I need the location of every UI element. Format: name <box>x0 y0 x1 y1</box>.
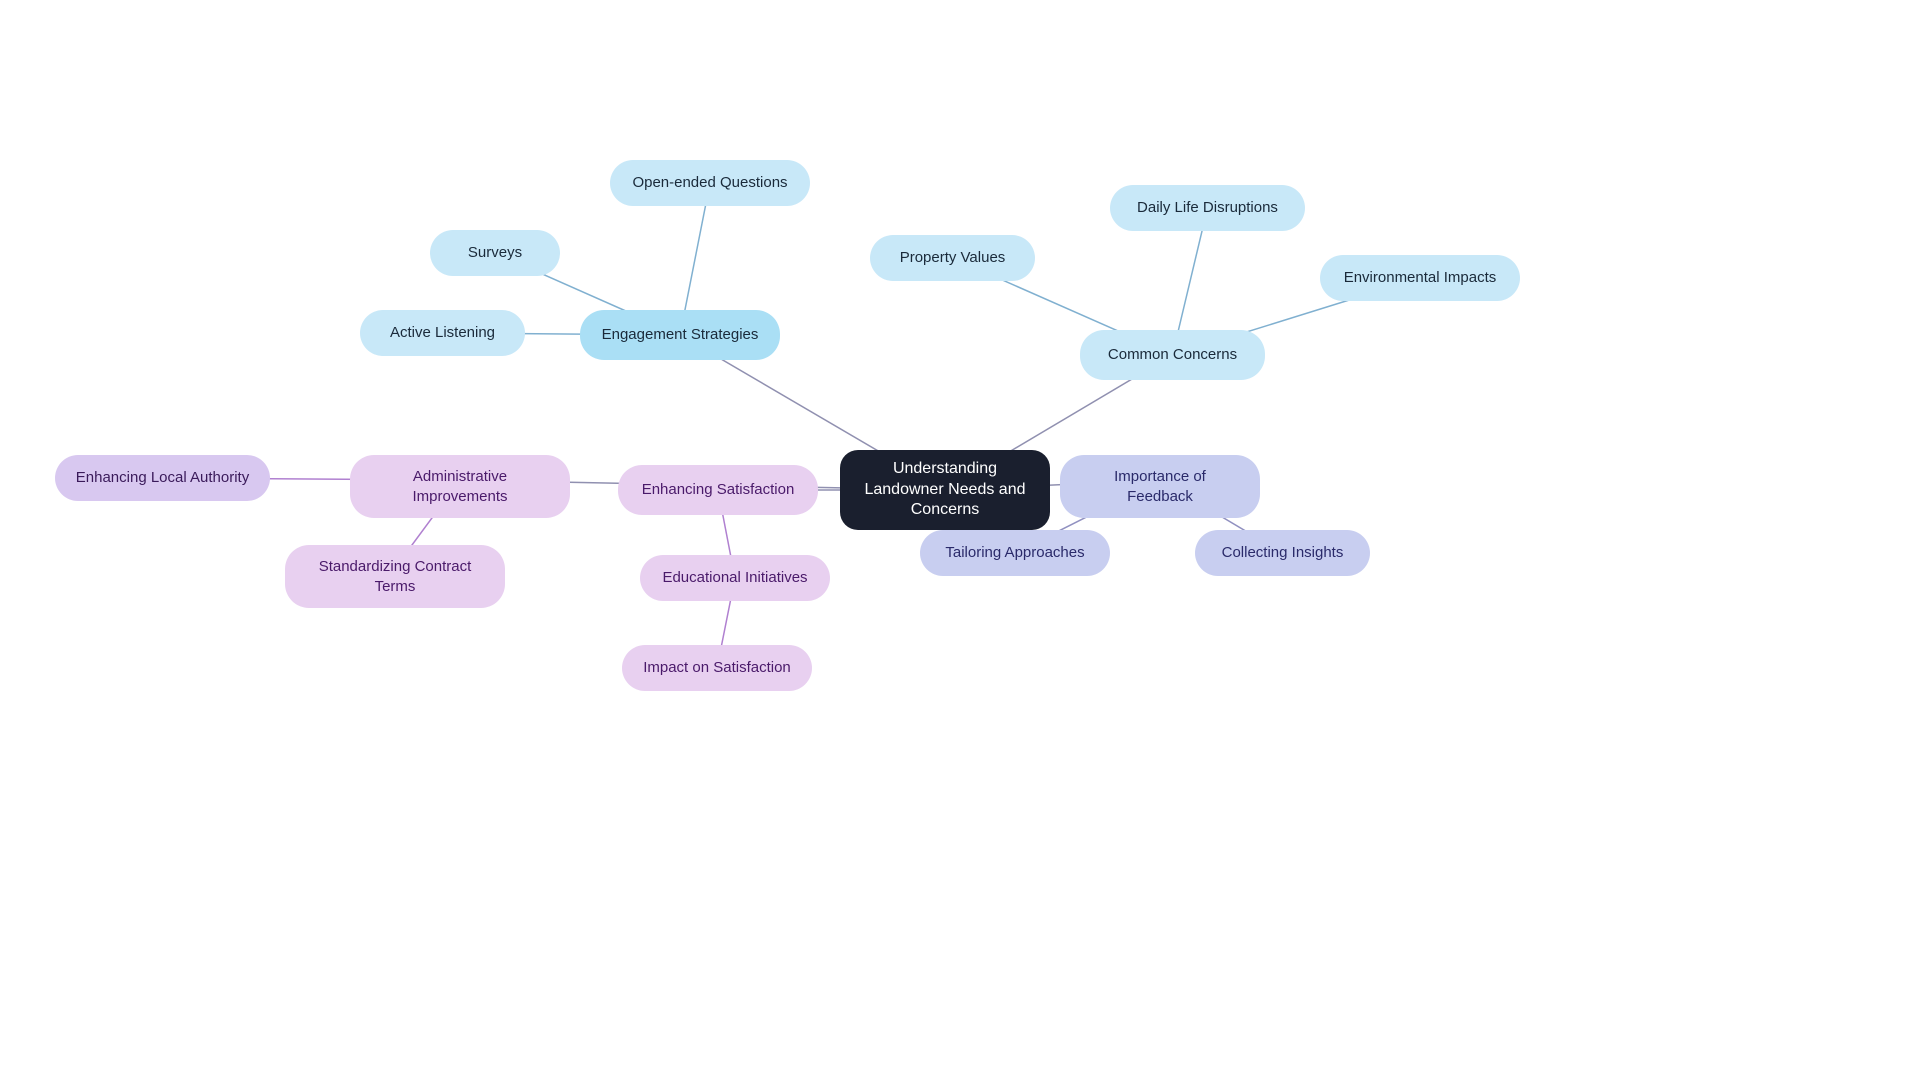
active-listening-node: Active Listening <box>360 310 525 356</box>
impact-on-satisfaction-node: Impact on Satisfaction <box>622 645 812 691</box>
common-concerns-node: Common Concerns <box>1080 330 1265 380</box>
enhancing-satisfaction-node: Enhancing Satisfaction <box>618 465 818 515</box>
property-values-node: Property Values <box>870 235 1035 281</box>
enhancing-local-authority-node: Enhancing Local Authority <box>55 455 270 501</box>
mind-map-canvas: Understanding Landowner Needs and Concer… <box>0 0 1920 1083</box>
daily-life-disruptions-node: Daily Life Disruptions <box>1110 185 1305 231</box>
surveys-node: Surveys <box>430 230 560 276</box>
engagement-strategies-node: Engagement Strategies <box>580 310 780 360</box>
collecting-insights-node: Collecting Insights <box>1195 530 1370 576</box>
open-ended-questions-node: Open-ended Questions <box>610 160 810 206</box>
administrative-improvements-node: Administrative Improvements <box>350 455 570 518</box>
environmental-impacts-node: Environmental Impacts <box>1320 255 1520 301</box>
center-node: Understanding Landowner Needs and Concer… <box>840 450 1050 530</box>
educational-initiatives-node: Educational Initiatives <box>640 555 830 601</box>
importance-of-feedback-node: Importance of Feedback <box>1060 455 1260 518</box>
standardizing-contract-terms-node: Standardizing Contract Terms <box>285 545 505 608</box>
tailoring-approaches-node: Tailoring Approaches <box>920 530 1110 576</box>
